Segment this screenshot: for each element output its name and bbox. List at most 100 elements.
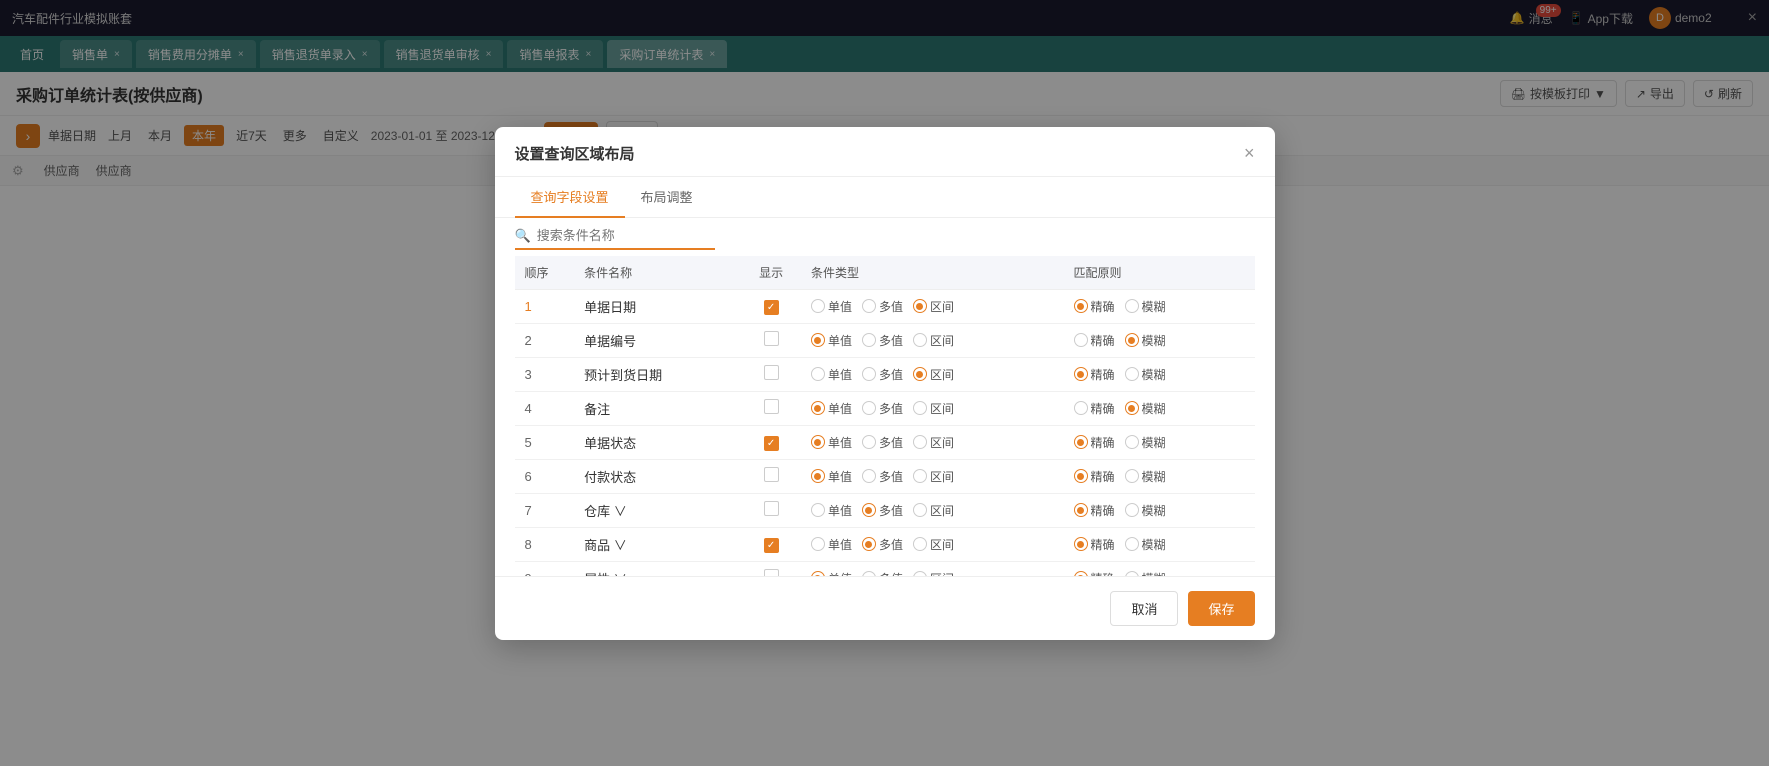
search-input[interactable] [537, 228, 715, 243]
cell-match: 精确模糊 [1064, 289, 1255, 323]
display-checkbox[interactable] [764, 538, 779, 553]
radio-circle-icon [1074, 435, 1088, 449]
type-radio-item[interactable]: 单值 [811, 298, 852, 315]
table-head: 顺序 条件名称 显示 条件类型 匹配原则 [515, 256, 1255, 290]
match-radio-item[interactable]: 模糊 [1125, 536, 1166, 553]
radio-label-text: 精确 [1091, 366, 1115, 383]
radio-circle-icon [913, 503, 927, 517]
type-radio-item[interactable]: 单值 [811, 502, 852, 519]
type-radio-group: 单值多值区间 [811, 536, 1054, 553]
type-radio-item[interactable]: 区间 [913, 332, 954, 349]
table-row: 8商品 ∨单值多值区间精确模糊 [515, 527, 1255, 561]
match-radio-item[interactable]: 精确 [1074, 434, 1115, 451]
type-radio-item[interactable]: 单值 [811, 366, 852, 383]
cancel-btn[interactable]: 取消 [1110, 591, 1178, 626]
radio-circle-icon [862, 537, 876, 551]
type-radio-item[interactable]: 多值 [862, 536, 903, 553]
type-radio-group: 单值 多值区间 [811, 366, 1054, 383]
type-radio-item[interactable]: 区间 [913, 468, 954, 485]
modal-footer: 取消 保存 [495, 576, 1275, 640]
type-radio-item[interactable]: 多值 [862, 468, 903, 485]
radio-label-text: 精确 [1091, 468, 1115, 485]
radio-label-text: 多值 [879, 366, 903, 383]
type-radio-item[interactable]: 区间 [913, 502, 954, 519]
type-radio-item[interactable]: 多值 [862, 298, 903, 315]
type-radio-item[interactable]: 单值 [811, 536, 852, 553]
type-radio-item[interactable]: 区间 [913, 434, 954, 451]
radio-label-text: 多值 [879, 434, 903, 451]
table-row: 4备注单值多值区间精确模糊 [515, 391, 1255, 425]
match-radio-item[interactable]: 模糊 [1125, 502, 1166, 519]
save-btn[interactable]: 保存 [1188, 591, 1254, 626]
display-checkbox[interactable] [764, 436, 779, 451]
match-radio-item[interactable]: 模糊 [1125, 468, 1166, 485]
match-radio-item[interactable]: 精确 [1074, 298, 1115, 315]
match-radio-item[interactable]: 模糊 [1125, 400, 1166, 417]
type-radio-item[interactable]: 区间 [913, 536, 954, 553]
type-radio-item[interactable]: 多值 [862, 502, 903, 519]
radio-label-text: 精确 [1091, 332, 1115, 349]
cell-name: 属性 ∨ [574, 561, 741, 576]
cell-type: 单值多值区间 [801, 459, 1064, 493]
match-radio-item[interactable]: 模糊 [1125, 332, 1166, 349]
radio-circle-icon [1074, 469, 1088, 483]
cell-display [741, 391, 801, 425]
type-radio-item[interactable]: 多值 [862, 332, 903, 349]
type-radio-item[interactable]: 多值 [862, 400, 903, 417]
radio-label-text: 单值 [828, 400, 852, 417]
modal-close-btn[interactable]: × [1244, 143, 1255, 164]
type-radio-item[interactable]: 区间 [913, 400, 954, 417]
modal-tab-query-fields[interactable]: 查询字段设置 [515, 177, 625, 218]
th-name: 条件名称 [574, 256, 741, 290]
radio-circle-icon [1074, 367, 1088, 381]
modal-header: 设置查询区域布局 × [495, 127, 1275, 177]
cell-order: 3 [515, 357, 575, 391]
display-checkbox[interactable] [764, 501, 779, 516]
match-radio-item[interactable]: 模糊 [1125, 434, 1166, 451]
match-radio-item[interactable]: 精确 [1074, 400, 1115, 417]
match-radio-group: 精确模糊 [1074, 332, 1245, 349]
cell-type: 单值多值区间 [801, 561, 1064, 576]
display-checkbox[interactable] [764, 331, 779, 346]
type-radio-item[interactable]: 区间 [913, 298, 954, 315]
radio-circle-icon [1125, 537, 1139, 551]
display-checkbox[interactable] [764, 365, 779, 380]
radio-label-text: 区间 [930, 400, 954, 417]
radio-label-text: 精确 [1091, 298, 1115, 315]
display-checkbox[interactable] [764, 467, 779, 482]
type-radio-item[interactable]: 多值 [862, 366, 903, 383]
match-radio-item[interactable]: 模糊 [1125, 298, 1166, 315]
cell-type: 单值多值 区间 [801, 391, 1064, 425]
modal-tab-layout[interactable]: 布局调整 [625, 177, 709, 218]
cell-match: 精确模糊 [1064, 391, 1255, 425]
radio-label-text: 模糊 [1142, 536, 1166, 553]
table-row: 6付款状态单值多值区间精确模糊 [515, 459, 1255, 493]
radio-circle-icon [811, 537, 825, 551]
search-icon: 🔍 [515, 228, 531, 244]
cell-order: 8 [515, 527, 575, 561]
cell-type: 单值多值区间 [801, 289, 1064, 323]
type-radio-group: 单值多值 区间 [811, 400, 1054, 417]
table-row: 7仓库 ∨单值多值区间精确模糊 [515, 493, 1255, 527]
modal-search: 🔍 [495, 218, 1275, 256]
radio-circle-icon [862, 469, 876, 483]
type-radio-item[interactable]: 多值 [862, 434, 903, 451]
match-radio-group: 精确模糊 [1074, 298, 1245, 315]
type-radio-group: 单值多值区间 [811, 332, 1054, 349]
type-radio-item[interactable]: 区间 [913, 366, 954, 383]
settings-modal: 设置查询区域布局 × 查询字段设置 布局调整 🔍 顺序 [495, 127, 1275, 640]
match-radio-item[interactable]: 精确 [1074, 502, 1115, 519]
type-radio-item[interactable]: 单值 [811, 434, 852, 451]
match-radio-item[interactable]: 精确 [1074, 536, 1115, 553]
type-radio-item[interactable]: 单值 [811, 400, 852, 417]
type-radio-item[interactable]: 单值 [811, 332, 852, 349]
match-radio-item[interactable]: 精确 [1074, 468, 1115, 485]
display-checkbox[interactable] [764, 300, 779, 315]
match-radio-item[interactable]: 精确 [1074, 366, 1115, 383]
match-radio-item[interactable]: 模糊 [1125, 366, 1166, 383]
match-radio-item[interactable]: 精确 [1074, 332, 1115, 349]
cell-match: 精确模糊 [1064, 561, 1255, 576]
display-checkbox[interactable] [764, 399, 779, 414]
type-radio-item[interactable]: 单值 [811, 468, 852, 485]
cell-match: 精确模糊 [1064, 323, 1255, 357]
